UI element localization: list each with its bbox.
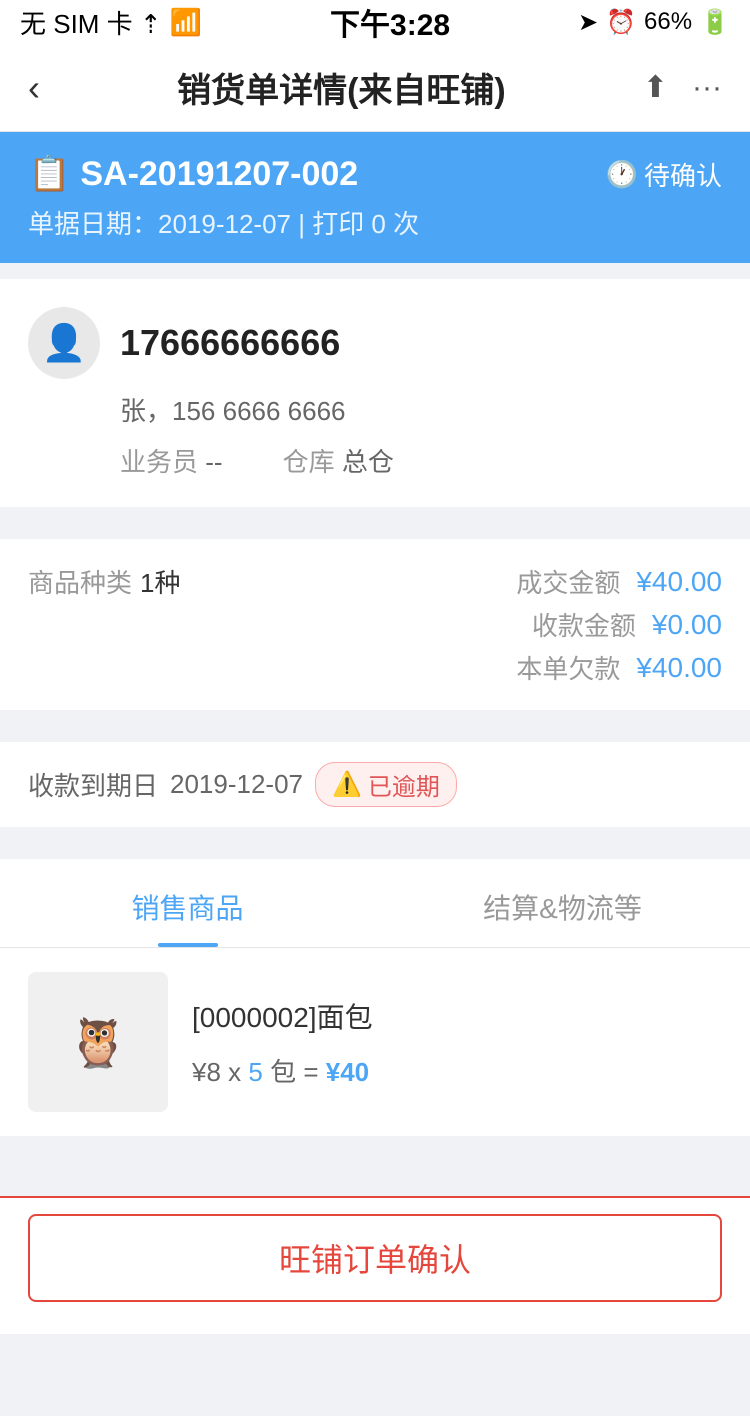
divider-2 — [0, 710, 750, 726]
tabs-row: 销售商品 结算&物流等 — [0, 859, 750, 948]
balance-label: 本单欠款 — [516, 649, 620, 686]
status-time: 下午3:28 — [330, 0, 450, 44]
tabs-section: 销售商品 结算&物流等 🦉 [0000002]面包 ¥8 x 5 包 = ¥40 — [0, 859, 750, 1136]
order-date: 单据日期：2019-12-07 | 打印 0 次 — [28, 204, 722, 241]
due-date-label: 收款到期日 — [28, 766, 158, 803]
price-total: ¥40 — [326, 1057, 369, 1087]
back-button[interactable]: ‹ — [28, 67, 40, 109]
price-separator: x — [228, 1057, 248, 1087]
price-unit: ¥8 — [192, 1057, 221, 1087]
divider-3 — [0, 827, 750, 843]
order-header-card: 📋 SA-20191207-002 🕐 待确认 单据日期：2019-12-07 … — [0, 132, 750, 263]
share-icon[interactable]: ⬆ — [643, 70, 668, 105]
confirm-order-button[interactable]: 旺铺订单确认 — [28, 1214, 722, 1302]
warehouse-name: 总仓 — [342, 447, 394, 477]
transaction-amount-row: 成交金额 ¥40.00 — [516, 563, 722, 600]
transaction-value: ¥40.00 — [636, 566, 722, 598]
balance-value: ¥40.00 — [636, 652, 722, 684]
battery-icon: 🔋 — [700, 8, 730, 37]
customer-name-phone: 张，156 6666 6666 — [28, 391, 722, 428]
balance-due-row: 本单欠款 ¥40.00 — [516, 649, 722, 686]
wifi-icon: 📶 — [170, 7, 202, 38]
due-date-section: 收款到期日 2019-12-07 ⚠️ 已逾期 — [0, 742, 750, 827]
clock-icon: 🕐 — [606, 159, 638, 190]
alarm-icon: ⏰ — [606, 8, 636, 37]
salesperson-label: 业务员 — [120, 447, 198, 477]
overdue-label: 已逾期 — [368, 767, 440, 802]
page-title: 销货单详情(来自旺铺) — [177, 63, 506, 112]
product-type-label: 商品种类 — [28, 563, 132, 600]
product-info: [0000002]面包 ¥8 x 5 包 = ¥40 — [192, 996, 722, 1089]
warning-icon: ⚠️ — [332, 770, 362, 799]
order-id: 📋 SA-20191207-002 — [28, 154, 358, 194]
price-unit-label: 包 — [270, 1057, 296, 1087]
product-img-placeholder: 🦉 — [68, 1014, 128, 1071]
tab-settlement-logistics[interactable]: 结算&物流等 — [375, 859, 750, 947]
nav-actions: ⬆ ··· — [643, 70, 722, 105]
overdue-badge: ⚠️ 已逾期 — [315, 762, 457, 807]
price-qty: 5 — [248, 1057, 262, 1087]
amounts-col: 成交金额 ¥40.00 收款金额 ¥0.00 本单欠款 ¥40.00 — [516, 563, 722, 686]
order-status: 🕐 待确认 — [606, 156, 722, 193]
customer-phone: 17666666666 — [120, 322, 340, 364]
nav-bar: ‹ 销货单详情(来自旺铺) ⬆ ··· — [0, 44, 750, 132]
more-icon[interactable]: ··· — [692, 71, 722, 105]
product-price: ¥8 x 5 包 = ¥40 — [192, 1052, 722, 1089]
payment-amount-row: 收款金额 ¥0.00 — [532, 606, 722, 643]
avatar: 👤 — [28, 307, 100, 379]
salesperson-dash: -- — [205, 447, 222, 477]
divider-1 — [0, 507, 750, 523]
payment-value: ¥0.00 — [652, 609, 722, 641]
product-type-value: 1种 — [140, 563, 180, 600]
price-equals: = — [303, 1057, 325, 1087]
customer-row: 👤 17666666666 — [28, 307, 722, 379]
customer-section: 👤 17666666666 张，156 6666 6666 业务员 -- 仓库 … — [0, 279, 750, 507]
order-icon: 📋 — [28, 154, 70, 194]
bottom-bar: 旺铺订单确认 — [0, 1196, 750, 1334]
product-type-row: 商品种类 1种 — [28, 563, 180, 600]
product-image: 🦉 — [28, 972, 168, 1112]
product-item: 🦉 [0000002]面包 ¥8 x 5 包 = ¥40 — [28, 972, 722, 1112]
sim-status: 无 SIM 卡 ⇡ — [20, 4, 162, 41]
transaction-label: 成交金额 — [516, 563, 620, 600]
customer-meta: 业务员 -- 仓库 总仓 — [28, 442, 722, 479]
location-icon: ➤ — [578, 8, 598, 37]
summary-section: 商品种类 1种 成交金额 ¥40.00 收款金额 ¥0.00 本单欠款 ¥40.… — [0, 539, 750, 710]
battery-level: 66% — [644, 8, 692, 36]
payment-label: 收款金额 — [532, 606, 636, 643]
product-name: [0000002]面包 — [192, 996, 722, 1036]
due-date-value: 2019-12-07 — [170, 769, 303, 800]
status-right: ➤ ⏰ 66% 🔋 — [578, 8, 730, 37]
product-section: 🦉 [0000002]面包 ¥8 x 5 包 = ¥40 — [0, 948, 750, 1136]
status-left: 无 SIM 卡 ⇡ 📶 — [20, 4, 202, 41]
warehouse-label: 仓库 — [283, 447, 335, 477]
avatar-icon: 👤 — [42, 322, 87, 364]
status-bar: 无 SIM 卡 ⇡ 📶 下午3:28 ➤ ⏰ 66% 🔋 — [0, 0, 750, 44]
tab-sales-products[interactable]: 销售商品 — [0, 859, 375, 947]
